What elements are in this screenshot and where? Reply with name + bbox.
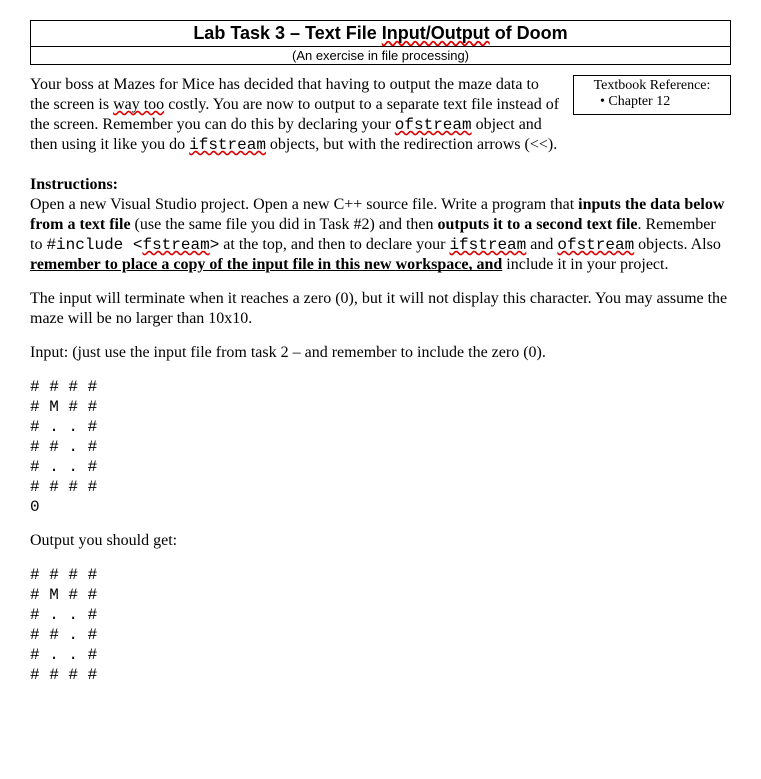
instr-b2: outputs it to a second text file bbox=[438, 216, 638, 233]
instr-m1b: > bbox=[210, 236, 220, 254]
instr-t1: Open a new Visual Studio project. Open a… bbox=[30, 196, 578, 213]
title-squiggle: Input/Output bbox=[382, 23, 490, 43]
reference-item: • Chapter 12 bbox=[582, 94, 722, 110]
instructions-label: Instructions: bbox=[30, 176, 118, 193]
instr-bu1: remember to place a copy of the input fi… bbox=[30, 256, 396, 273]
instructions-paragraph: Instructions: Open a new Visual Studio p… bbox=[30, 175, 731, 275]
output-label: Output you should get: bbox=[30, 531, 731, 551]
subtitle-box: (An exercise in file processing) bbox=[30, 47, 731, 65]
instr-bus1: workspace, bbox=[396, 256, 473, 273]
terminate-paragraph: The input will terminate when it reaches… bbox=[30, 289, 731, 329]
instr-t2: (use the same file you did in Task #2) a… bbox=[131, 216, 438, 233]
intro-t4: objects, but with the redirection arrows… bbox=[266, 136, 557, 153]
instr-s1: ifstream bbox=[449, 236, 526, 254]
reference-heading: Textbook Reference: bbox=[582, 78, 722, 94]
instr-bua1: and bbox=[473, 256, 503, 273]
instr-t6: objects. Also bbox=[634, 236, 721, 253]
intro-s3: ifstream bbox=[189, 136, 266, 154]
intro-s2: ofstream bbox=[395, 116, 472, 134]
instr-s2: ofstream bbox=[557, 236, 634, 254]
instr-t4: at the top, and then to declare your bbox=[219, 236, 449, 253]
instr-ms1: fstream bbox=[142, 236, 209, 254]
title-box: Lab Task 3 – Text File Input/Output of D… bbox=[30, 20, 731, 47]
reference-box: Textbook Reference: • Chapter 12 bbox=[573, 75, 731, 115]
title-pre: Lab Task 3 – Text File bbox=[193, 23, 381, 43]
instr-t5: and bbox=[526, 236, 557, 253]
input-label: Input: (just use the input file from tas… bbox=[30, 343, 731, 363]
maze-input-block: # # # # # M # # # . . # # # . # # . . # … bbox=[30, 377, 731, 517]
title-post: of Doom bbox=[490, 23, 568, 43]
intro-s1: way too bbox=[113, 96, 164, 113]
maze-output-block: # # # # # M # # # . . # # # . # # . . # … bbox=[30, 565, 731, 685]
instr-t7: include it in your project. bbox=[502, 256, 668, 273]
instr-m1: #include < bbox=[46, 236, 142, 254]
